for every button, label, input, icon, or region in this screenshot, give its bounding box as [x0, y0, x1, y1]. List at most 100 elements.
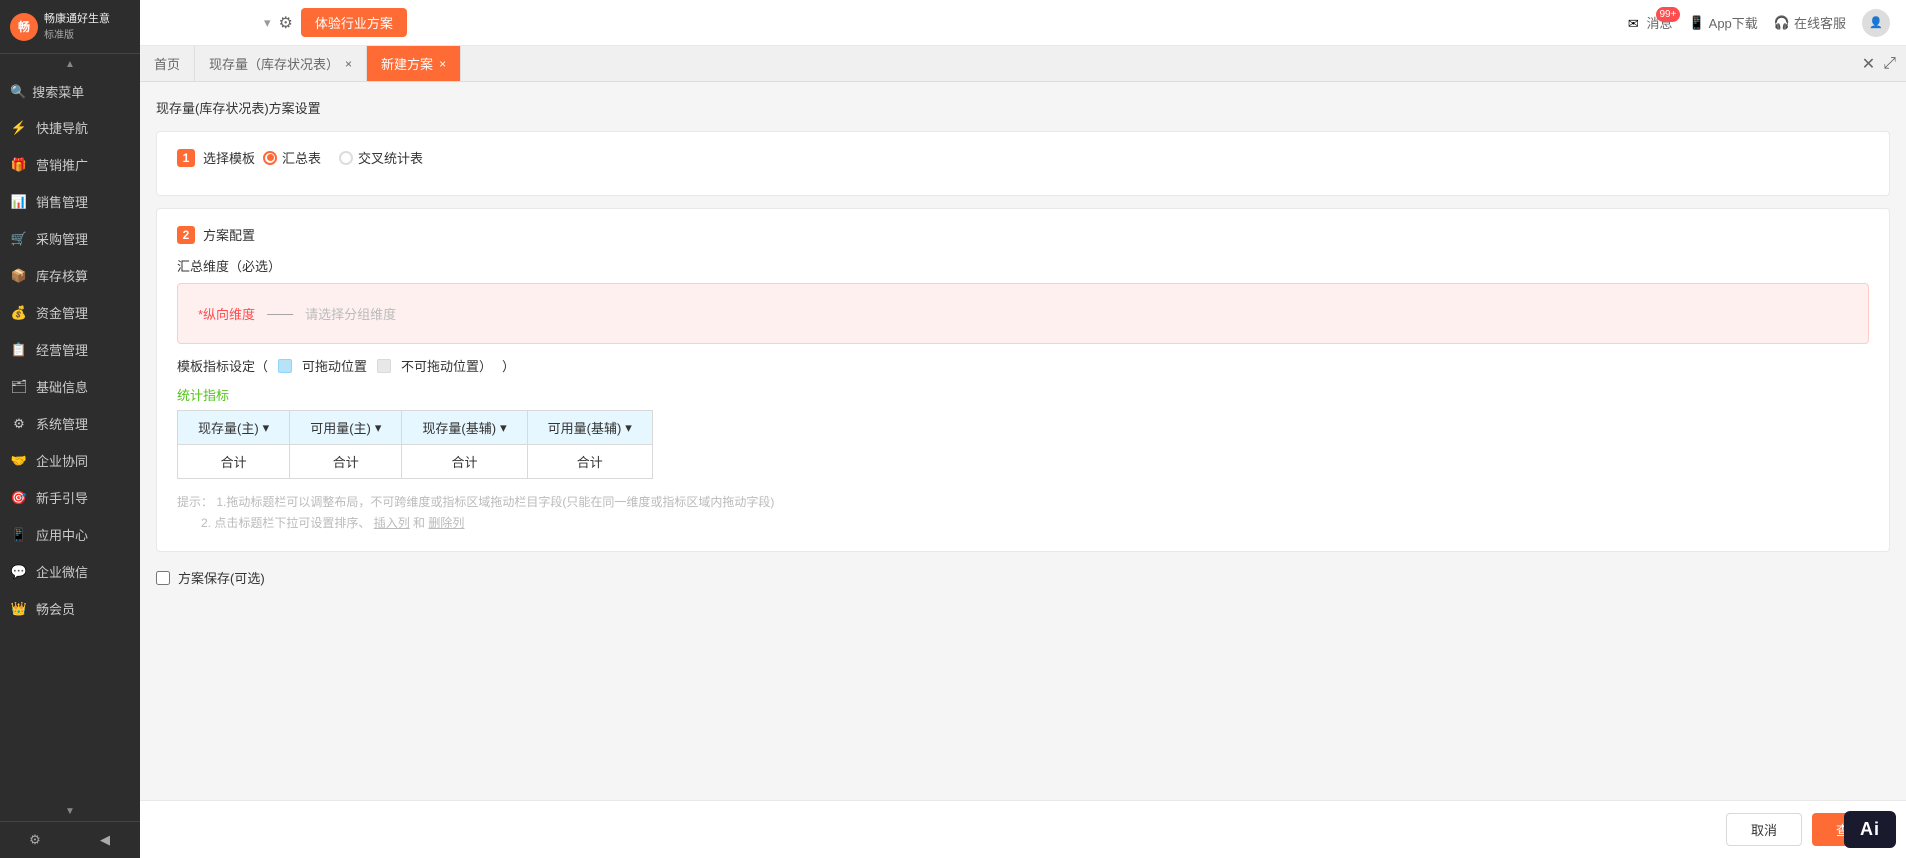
sidebar-item-wechat[interactable]: 💬 企业微信: [0, 553, 140, 590]
cell-0-0: 合计: [178, 445, 290, 479]
col-label-0: 现存量(主): [198, 418, 259, 437]
sales-icon: 📊: [10, 193, 28, 211]
operations-icon: 📋: [10, 341, 28, 359]
col-header-1[interactable]: 可用量(主) ▾: [290, 411, 402, 445]
inventory-icon: 📦: [10, 267, 28, 285]
indicator-movable-label: 可拖动位置: [302, 356, 367, 375]
tip-2-text: 2. 点击标题栏下拉可设置排序、: [177, 516, 370, 530]
sidebar-bottom: ⚙ ◀: [0, 821, 140, 858]
tab-inventory[interactable]: 现存量（库存状况表） ×: [195, 46, 367, 81]
stats-table: 现存量(主) ▾ 可用量(主) ▾ 现存量(基辅: [177, 410, 653, 479]
topbar-dropdown-icon[interactable]: ▾: [264, 15, 271, 31]
sidebar-item-inventory[interactable]: 📦 库存核算: [0, 257, 140, 294]
col-label-3: 可用量(基辅): [548, 418, 622, 437]
col-header-2[interactable]: 现存量(基辅) ▾: [402, 411, 527, 445]
sidebar-item-basic-info[interactable]: 🗂 基础信息: [0, 368, 140, 405]
sidebar-item-marketing[interactable]: 🎁 营销推广: [0, 146, 140, 183]
topbar-title-input[interactable]: [156, 15, 256, 30]
sidebar-scroll-up[interactable]: ▲: [0, 54, 140, 74]
indicator-movable-badge: [278, 359, 292, 373]
basic-info-icon: 🗂: [10, 378, 28, 396]
sidebar-item-sales[interactable]: 📊 销售管理: [0, 183, 140, 220]
marketing-icon: 🎁: [10, 156, 28, 174]
col-header-3[interactable]: 可用量(基辅) ▾: [527, 411, 652, 445]
topbar-gear-icon[interactable]: ⚙: [279, 13, 293, 33]
sidebar-item-system[interactable]: ⚙ 系统管理: [0, 405, 140, 442]
dim-label: 汇总维度（必选）: [177, 256, 1869, 275]
tip-2: 2. 点击标题栏下拉可设置排序、 插入列 和 删除列: [177, 514, 1869, 531]
col-chevron-3: ▾: [625, 420, 632, 436]
col-dropdown-3[interactable]: 可用量(基辅) ▾: [548, 418, 632, 437]
cancel-button[interactable]: 取消: [1726, 813, 1802, 846]
tip-2-and: 和: [413, 516, 425, 530]
footer-bar: 取消 查询: [140, 800, 1906, 858]
sidebar-item-label: 新手引导: [36, 488, 88, 507]
topbar-cta-button[interactable]: 体验行业方案: [301, 8, 407, 37]
template-radio-group: 汇总表 交叉统计表: [263, 148, 423, 167]
messages-button[interactable]: ✉ 99+ 消息: [1628, 13, 1673, 32]
section2-panel: 2 方案配置 汇总维度（必选） *纵向维度 —— 请选择分组维度 模板指标设定（…: [156, 208, 1890, 552]
sidebar-item-app-center[interactable]: 📱 应用中心: [0, 516, 140, 553]
cell-0-1: 合计: [290, 445, 402, 479]
tab-home-label: 首页: [154, 54, 180, 73]
sidebar-item-enterprise[interactable]: 🤝 企业协同: [0, 442, 140, 479]
sidebar-logo: 畅 畅康通好生意 标准版: [0, 0, 140, 54]
window-close-icon[interactable]: ✕: [1862, 54, 1875, 74]
sidebar-item-newbie[interactable]: 🎯 新手引导: [0, 479, 140, 516]
section1-label: 选择模板: [203, 148, 255, 167]
sidebar-item-label: 销售管理: [36, 192, 88, 211]
sidebar-scroll-down[interactable]: ▼: [0, 801, 140, 821]
online-service-button[interactable]: 🎧 在线客服: [1774, 13, 1846, 32]
col-dropdown-1[interactable]: 可用量(主) ▾: [310, 418, 381, 437]
app-logo-icon: 畅: [10, 13, 38, 41]
sidebar-item-search[interactable]: 🔍 搜索菜单: [0, 74, 140, 109]
window-expand-icon[interactable]: ⤢: [1883, 55, 1896, 73]
quick-nav-icon: ⚡: [10, 119, 28, 137]
app-name: 畅康通好生意: [44, 12, 110, 26]
section2-label: 方案配置: [203, 225, 255, 244]
dim-placeholder[interactable]: 请选择分组维度: [305, 304, 396, 323]
insert-col-link[interactable]: 插入列: [374, 516, 410, 530]
tips-section: 提示： 1.拖动标题栏可以调整布局，不可跨维度或指标区域拖动栏目字段(只能在同一…: [177, 493, 1869, 531]
sidebar-collapse-btn[interactable]: ◀: [70, 822, 140, 858]
sidebar-item-label: 营销推广: [36, 155, 88, 174]
purchase-icon: 🛒: [10, 230, 28, 248]
sidebar-item-label: 库存核算: [36, 266, 88, 285]
sidebar-item-member[interactable]: 👑 畅会员: [0, 590, 140, 627]
sidebar-settings-btn[interactable]: ⚙: [0, 822, 70, 858]
sidebar-item-label: 经营管理: [36, 340, 88, 359]
tab-inventory-close[interactable]: ×: [345, 58, 352, 70]
radio-cross[interactable]: 交叉统计表: [339, 148, 423, 167]
tab-new-plan-close[interactable]: ×: [439, 58, 446, 70]
ai-badge: Ai: [1844, 811, 1896, 848]
radio-summary[interactable]: 汇总表: [263, 148, 321, 167]
col-dropdown-2[interactable]: 现存量(基辅) ▾: [422, 418, 506, 437]
save-checkbox[interactable]: [156, 571, 170, 585]
tab-home[interactable]: 首页: [140, 46, 195, 81]
col-dropdown-0[interactable]: 现存量(主) ▾: [198, 418, 269, 437]
sidebar-search-label: 搜索菜单: [32, 82, 84, 101]
col-label-2: 现存量(基辅): [422, 418, 496, 437]
col-header-0[interactable]: 现存量(主) ▾: [178, 411, 290, 445]
sidebar-nav: 🔍 搜索菜单 ⚡ 快捷导航 🎁 营销推广 📊 销售管理 🛒 采购管理 📦 库存核…: [0, 74, 140, 801]
tabs-bar: 首页 现存量（库存状况表） × 新建方案 × ✕ ⤢: [140, 46, 1906, 82]
user-avatar[interactable]: 👤: [1862, 9, 1890, 37]
tip-1: 提示： 1.拖动标题栏可以调整布局，不可跨维度或指标区域拖动栏目字段(只能在同一…: [177, 493, 1869, 510]
cell-0-3: 合计: [527, 445, 652, 479]
delete-col-link[interactable]: 删除列: [428, 516, 464, 530]
online-service-label: 在线客服: [1794, 13, 1846, 32]
sidebar-item-purchase[interactable]: 🛒 采购管理: [0, 220, 140, 257]
sidebar-item-operations[interactable]: 📋 经营管理: [0, 331, 140, 368]
system-icon: ⚙: [10, 415, 28, 433]
section2-num: 2: [177, 226, 195, 244]
message-count-badge: 99+: [1656, 7, 1681, 22]
save-row: 方案保存(可选): [156, 568, 1890, 587]
sidebar-item-quick-nav[interactable]: ⚡ 快捷导航: [0, 109, 140, 146]
search-icon: 🔍: [10, 84, 26, 100]
app-download-button[interactable]: 📱 App下载: [1688, 13, 1757, 32]
sidebar-item-finance[interactable]: 💰 资金管理: [0, 294, 140, 331]
sidebar: 畅 畅康通好生意 标准版 ▲ 🔍 搜索菜单 ⚡ 快捷导航 🎁 营销推广 📊 销售…: [0, 0, 140, 858]
section1-panel: 1 选择模板 汇总表 交叉统计表: [156, 131, 1890, 196]
tab-new-plan[interactable]: 新建方案 ×: [367, 46, 461, 81]
section1-header: 1 选择模板 汇总表 交叉统计表: [177, 148, 1869, 167]
